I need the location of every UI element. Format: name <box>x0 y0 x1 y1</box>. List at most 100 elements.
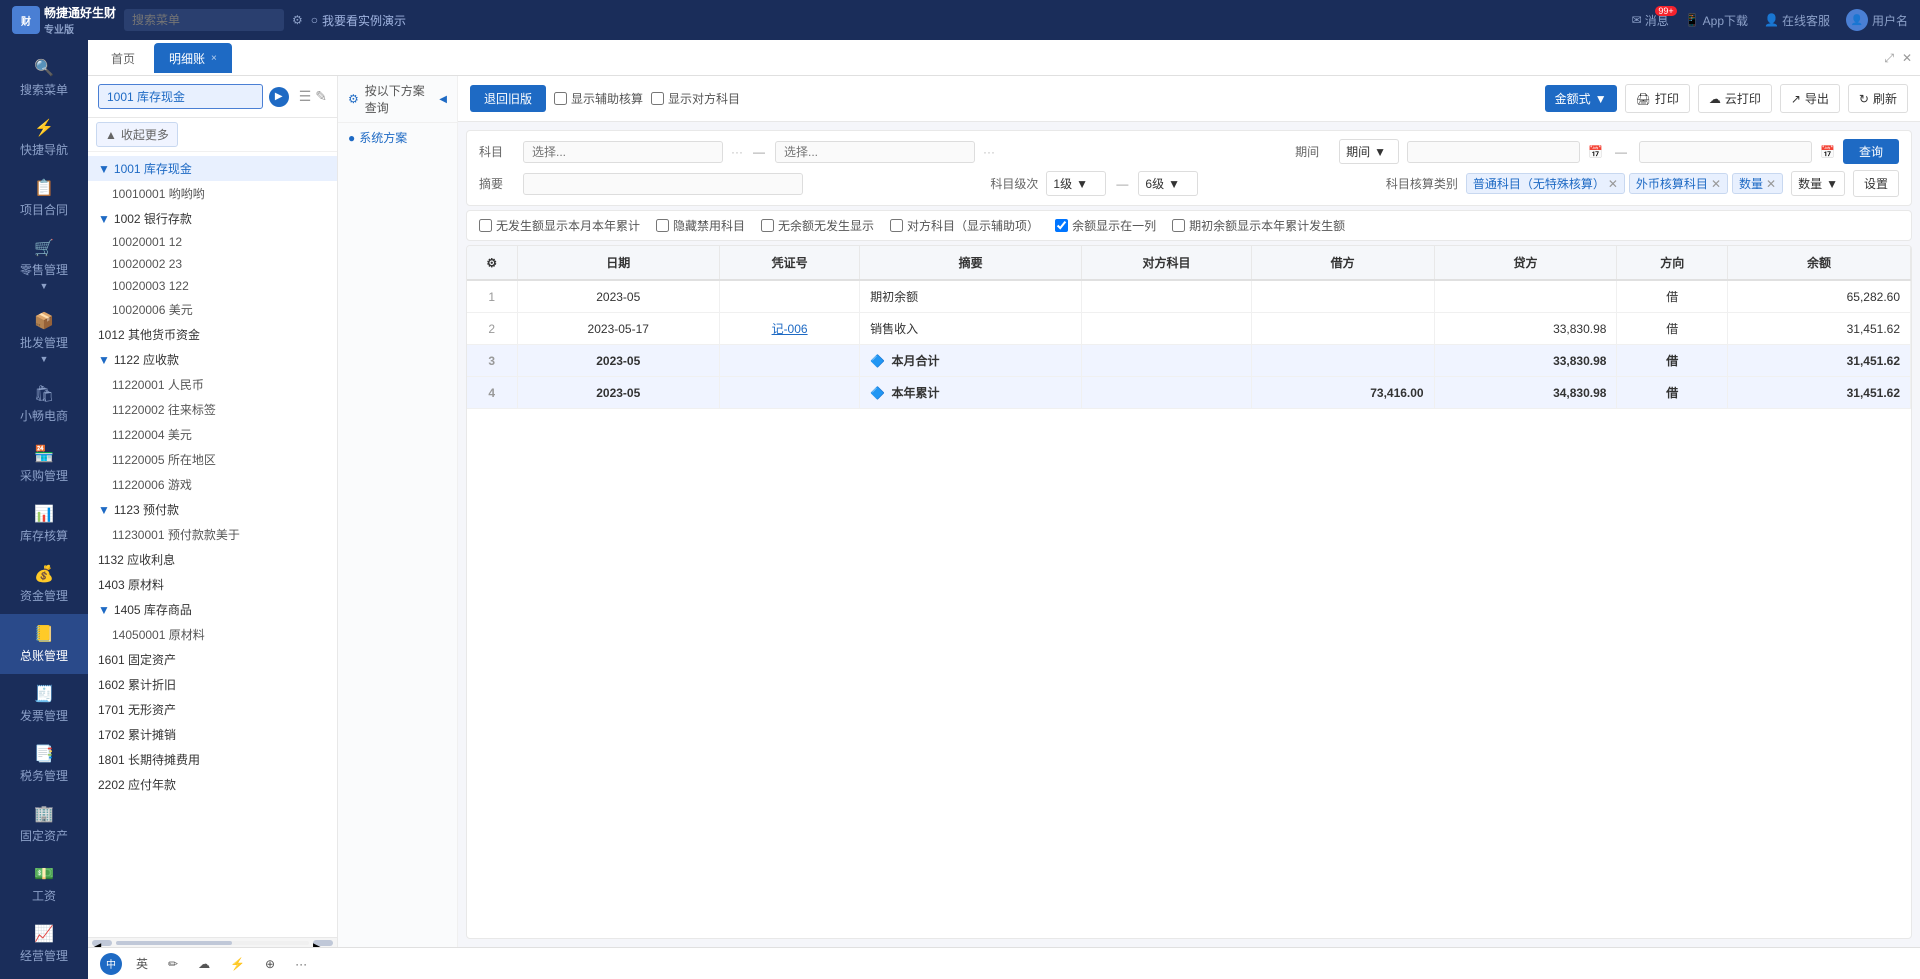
tree-node-1701[interactable]: 1701 无形资产 <box>88 697 337 722</box>
summary-input[interactable] <box>523 173 803 195</box>
tree-node-1001[interactable]: ▼ 1001 库存现金 <box>88 156 337 181</box>
sidebar-item-invoice[interactable]: 🧾 发票管理 <box>0 674 88 734</box>
tree-node-11220005[interactable]: 11220005 所在地区 <box>88 447 337 472</box>
cb-no-balance-input[interactable] <box>761 219 774 232</box>
bottom-more-icon[interactable]: ··· <box>289 954 313 974</box>
tree-edit-icon[interactable]: ✎ <box>315 88 327 105</box>
tag-foreign-close[interactable]: ✕ <box>1711 177 1721 191</box>
print-btn[interactable]: 🖨 打印 <box>1625 84 1690 113</box>
tree-node-1012[interactable]: 1012 其他货币资金 <box>88 322 337 347</box>
top-search-input[interactable] <box>124 9 284 31</box>
settings-btn[interactable]: ⚙ <box>292 13 303 27</box>
tree-scroll-left[interactable]: ◀ <box>92 940 112 946</box>
sidebar-item-ledger[interactable]: 📒 总账管理 <box>0 614 88 674</box>
close-window-btn[interactable]: ✕ <box>1902 51 1912 65</box>
subject-input[interactable] <box>523 141 723 163</box>
cb-hide-disabled-input[interactable] <box>656 219 669 232</box>
bottom-edit-icon[interactable]: ✏ <box>162 954 184 974</box>
system-scheme-btn[interactable]: ● 系统方案 <box>338 123 457 152</box>
cb-balance-one-col-input[interactable] <box>1055 219 1068 232</box>
amount-format-btn[interactable]: 金额式 ▼ <box>1545 85 1617 112</box>
tree-node-1123[interactable]: ▼ 1123 预付款 <box>88 497 337 522</box>
message-btn[interactable]: ✉ 消息 99+ <box>1632 12 1669 29</box>
tag-quantity-close[interactable]: ✕ <box>1766 177 1776 191</box>
tree-node-1702[interactable]: 1702 累计摊销 <box>88 722 337 747</box>
sidebar-item-tax[interactable]: 📑 税务管理 <box>0 734 88 794</box>
cb-no-occurrence[interactable]: 无发生额显示本月本年累计 <box>479 217 640 234</box>
tree-node-14050001[interactable]: 14050001 原材料 <box>88 622 337 647</box>
cloud-print-btn[interactable]: ☁ 云打印 <box>1698 84 1772 113</box>
refresh-btn[interactable]: ↻ 刷新 <box>1848 84 1908 113</box>
tree-node-10020006[interactable]: 10020006 美元 <box>88 297 337 322</box>
bottom-bolt-icon[interactable]: ⚡ <box>224 954 251 974</box>
quantity-dropdown[interactable]: 数量 ▼ <box>1791 171 1845 196</box>
expand-more-btn[interactable]: ▲ 收起更多 <box>96 122 178 147</box>
tree-node-1002[interactable]: ▼ 1002 银行存款 <box>88 206 337 231</box>
subject-to-input[interactable] <box>775 141 975 163</box>
cb-counterpart-input[interactable] <box>890 219 903 232</box>
cell-voucher-2[interactable]: 记-006 <box>720 313 860 345</box>
tree-node-11230001[interactable]: 11230001 预付款款美于 <box>88 522 337 547</box>
level-from-select[interactable]: 1级 ▼ <box>1046 171 1106 196</box>
tab-home[interactable]: 首页 <box>96 43 150 73</box>
export-btn[interactable]: ↗ 导出 <box>1780 84 1840 113</box>
sidebar-item-operations[interactable]: 📈 经营管理 <box>0 914 88 974</box>
lang-en-btn[interactable]: 英 <box>130 952 154 975</box>
cb-no-occurrence-input[interactable] <box>479 219 492 232</box>
settings-form-btn[interactable]: 设置 <box>1853 170 1899 197</box>
sidebar-item-inventory[interactable]: 📊 库存核算 <box>0 494 88 554</box>
bottom-cloud-icon[interactable]: ☁ <box>192 954 216 974</box>
level-to-select[interactable]: 6级 ▼ <box>1138 171 1198 196</box>
user-info[interactable]: 👤 用户名 <box>1846 9 1908 31</box>
online-service-btn[interactable]: 👤 在线客服 <box>1764 12 1830 29</box>
sidebar-item-reimbursement[interactable]: 🧮 小畅报销 <box>0 974 88 979</box>
bottom-plus-icon[interactable]: ⊕ <box>259 954 281 974</box>
tree-list-icon[interactable]: ☰ <box>299 88 312 105</box>
lang-cn-btn[interactable]: 中 <box>100 953 122 975</box>
cb-balance-one-col[interactable]: 余额显示在一列 <box>1055 217 1156 234</box>
tree-node-11220004[interactable]: 11220004 美元 <box>88 422 337 447</box>
cb-initial-balance[interactable]: 期初余额显示本年累计发生额 <box>1172 217 1345 234</box>
sidebar-item-project[interactable]: 📋 项目合同 <box>0 168 88 228</box>
sidebar-item-quicknav[interactable]: ⚡ 快捷导航 <box>0 108 88 168</box>
period-cal2-icon[interactable]: 📅 <box>1820 145 1835 159</box>
tree-node-11220006[interactable]: 11220006 游戏 <box>88 472 337 497</box>
show-counterpart-checkbox[interactable] <box>651 92 664 105</box>
tree-node-1403[interactable]: 1403 原材料 <box>88 572 337 597</box>
cb-no-balance[interactable]: 无余额无发生显示 <box>761 217 874 234</box>
sidebar-item-salary[interactable]: 💵 工资 <box>0 854 88 914</box>
tree-node-1801[interactable]: 1801 长期待摊费用 <box>88 747 337 772</box>
sidebar-item-ecommerce[interactable]: 🛍 小畅电商 <box>0 374 88 434</box>
tree-node-10020003[interactable]: 10020003 122 <box>88 275 337 297</box>
return-old-btn[interactable]: 退回旧版 <box>470 85 546 112</box>
sidebar-item-purchase[interactable]: 🏪 采购管理 <box>0 434 88 494</box>
next-account-btn[interactable]: ▶ <box>269 87 289 107</box>
tree-node-10020002[interactable]: 10020002 23 <box>88 253 337 275</box>
maximize-btn[interactable]: ⤢ <box>1884 49 1894 66</box>
tree-scroll-right[interactable]: ▶ <box>313 940 333 946</box>
period-cal1-icon[interactable]: 📅 <box>1588 145 1603 159</box>
cb-hide-disabled[interactable]: 隐藏禁用科目 <box>656 217 745 234</box>
sidebar-item-wholesale[interactable]: 📦 批发管理 ▼ <box>0 301 88 374</box>
sidebar-item-search[interactable]: 🔍 搜索菜单 <box>0 48 88 108</box>
sidebar-item-finance[interactable]: 💰 资金管理 <box>0 554 88 614</box>
tree-node-1602[interactable]: 1602 累计折旧 <box>88 672 337 697</box>
tab-detail[interactable]: 明细账 × <box>154 43 232 73</box>
sidebar-item-retail[interactable]: 🛒 零售管理 ▼ <box>0 228 88 301</box>
sidebar-item-assets[interactable]: 🏢 固定资产 <box>0 794 88 854</box>
tree-node-10010001[interactable]: 10010001 哟哟哟 <box>88 181 337 206</box>
tree-node-10020001[interactable]: 10020001 12 <box>88 231 337 253</box>
tree-node-11220001[interactable]: 11220001 人民币 <box>88 372 337 397</box>
tree-node-1601[interactable]: 1601 固定资产 <box>88 647 337 672</box>
cb-counterpart[interactable]: 对方科目（显示辅助项） <box>890 217 1039 234</box>
tab-close-btn[interactable]: × <box>211 53 217 64</box>
period-from-input[interactable]: 2023-05 <box>1407 141 1580 163</box>
collapse-filter-btn[interactable]: ◀ <box>439 94 447 105</box>
app-download-btn[interactable]: 📱 App下载 <box>1685 12 1748 29</box>
tree-node-1405[interactable]: ▼ 1405 库存商品 <box>88 597 337 622</box>
show-aux-checkbox[interactable] <box>554 92 567 105</box>
tree-node-1132[interactable]: 1132 应收利息 <box>88 547 337 572</box>
query-btn[interactable]: 查询 <box>1843 139 1899 164</box>
show-counterpart-checkbox-label[interactable]: 显示对方科目 <box>651 90 740 107</box>
tree-node-2202[interactable]: 2202 应付年款 <box>88 772 337 797</box>
